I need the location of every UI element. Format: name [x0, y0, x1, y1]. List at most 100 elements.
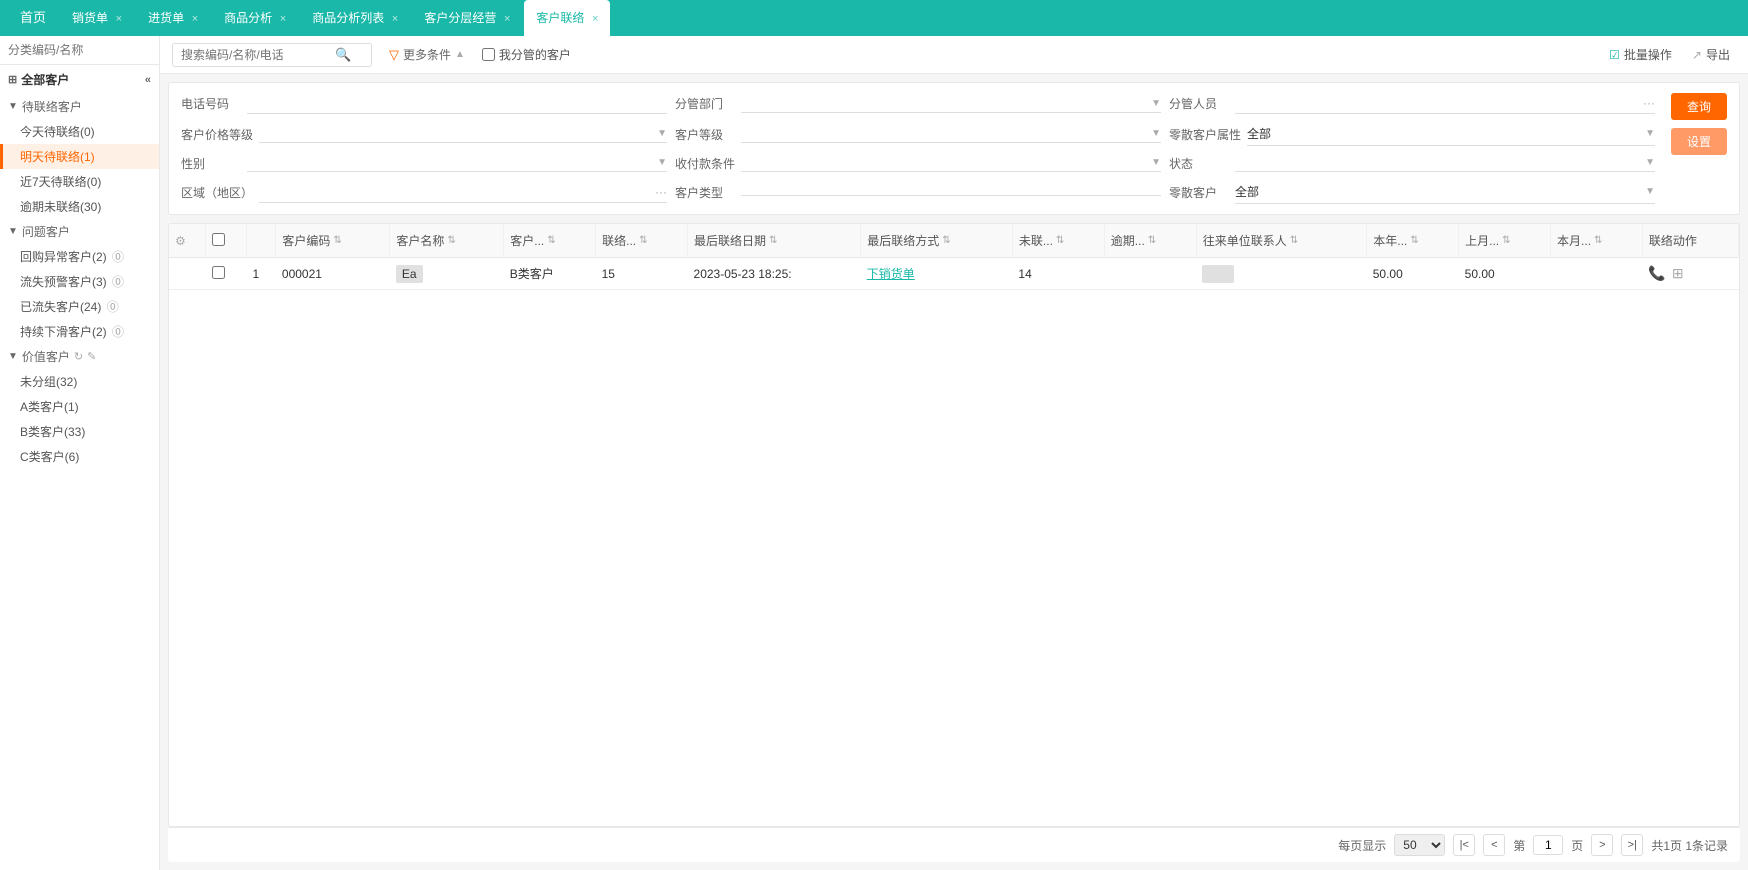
col-contact[interactable]: 联络... ⇅: [596, 224, 688, 258]
sidebar-item-abnormal[interactable]: 回购异常客户(2) ⓪: [0, 244, 159, 269]
first-page-btn[interactable]: |<: [1453, 834, 1475, 856]
customer-level-select[interactable]: ▼: [741, 125, 1161, 143]
sort-icon-name: ⇅: [447, 235, 455, 246]
retail-customer-select[interactable]: 全部 ▼: [1235, 180, 1655, 204]
gear-icon[interactable]: ⚙: [175, 234, 186, 248]
next-page-btn[interactable]: >: [1591, 834, 1613, 856]
col-this-year[interactable]: 本年... ⇅: [1367, 224, 1459, 258]
sidebar-item-ungrouped[interactable]: 未分组(32): [0, 369, 159, 394]
filter-row-4: 区域（地区） ··· 客户类型: [181, 180, 1655, 204]
col-overdue[interactable]: 逾期... ⇅: [1104, 224, 1196, 258]
gender-select[interactable]: ▼: [247, 154, 667, 172]
nav-close-purchase[interactable]: ×: [192, 13, 198, 25]
dept-select[interactable]: ▼: [741, 95, 1161, 113]
toolbar-search-input[interactable]: [181, 48, 331, 62]
settings-button[interactable]: 设置: [1671, 128, 1727, 155]
nav-home[interactable]: 首页: [8, 0, 58, 36]
col-last-date[interactable]: 最后联络日期 ⇅: [688, 224, 861, 258]
my-customers-checkbox[interactable]: [482, 48, 495, 61]
export-btn[interactable]: ↗ 导出: [1686, 43, 1736, 66]
price-level-select[interactable]: ▼: [259, 125, 667, 143]
retail-attr-select[interactable]: 全部 ▼: [1247, 122, 1655, 146]
my-customers-checkbox-label[interactable]: 我分管的客户: [482, 46, 571, 63]
sidebar-search-input[interactable]: [8, 43, 160, 57]
nav-purchase-order[interactable]: 进货单 ×: [136, 0, 210, 36]
top-navigation: 首页 销货单 × 进货单 × 商品分析 × 商品分析列表 × 客户分层经营 × …: [0, 0, 1748, 36]
row-this-year-cell: 50.00: [1367, 258, 1459, 290]
nav-product-analysis-list[interactable]: 商品分析列表 ×: [300, 0, 410, 36]
sort-icon-last-date: ⇅: [769, 235, 777, 246]
col-un-contact[interactable]: 未联... ⇅: [1012, 224, 1104, 258]
grid-action-icon[interactable]: ⊞: [1672, 265, 1684, 282]
col-last-method[interactable]: 最后联络方式 ⇅: [861, 224, 1013, 258]
col-last-month[interactable]: 上月... ⇅: [1459, 224, 1551, 258]
sidebar-item-today-pending[interactable]: 今天待联络(0): [0, 119, 159, 144]
sidebar-item-c-class[interactable]: C类客户(6): [0, 444, 159, 469]
nav-product-analysis[interactable]: 商品分析 ×: [212, 0, 298, 36]
row-last-month-cell: 50.00: [1459, 258, 1551, 290]
nav-customer-contact[interactable]: 客户联络 ×: [524, 0, 610, 36]
sort-icon-code: ⇅: [333, 235, 341, 246]
row-num-cell: 1: [247, 258, 276, 290]
batch-operation-btn[interactable]: ☑ 批量操作: [1603, 43, 1678, 66]
arrow-down-icon2: ▼: [8, 226, 18, 237]
problem-group[interactable]: ▼ 问题客户: [0, 219, 159, 244]
arrow-down-icon3: ▼: [8, 351, 18, 362]
price-level-label: 客户价格等级: [181, 126, 253, 143]
nav-close-list[interactable]: ×: [392, 13, 398, 25]
phone-action-icon[interactable]: 📞: [1648, 265, 1665, 282]
filter-more-btn[interactable]: ▽ 更多条件 ▲: [380, 42, 474, 67]
row-type-cell: B类客户: [504, 258, 596, 290]
nav-close-product[interactable]: ×: [280, 13, 286, 25]
nav-sales-order[interactable]: 销货单 ×: [60, 0, 134, 36]
sidebar-item-churned[interactable]: 已流失客户(24) ⓪: [0, 294, 159, 319]
person-select[interactable]: ···: [1235, 93, 1655, 114]
sidebar-item-a-class[interactable]: A类客户(1): [0, 394, 159, 419]
col-this-month[interactable]: 本月... ⇅: [1551, 224, 1643, 258]
sort-icon-last-method: ⇅: [942, 235, 950, 246]
nav-customer-stratify[interactable]: 客户分层经营 ×: [412, 0, 522, 36]
last-method-link[interactable]: 下销货单: [867, 267, 915, 281]
phone-input[interactable]: [247, 93, 667, 114]
status-select[interactable]: ▼: [1235, 154, 1655, 172]
nav-close-contact[interactable]: ×: [592, 13, 598, 25]
toolbar: 🔍 ▽ 更多条件 ▲ 我分管的客户 ☑ 批量操作 ↗ 导出: [160, 36, 1748, 74]
last-page-btn[interactable]: >|: [1621, 834, 1643, 856]
sidebar-item-churn-warning[interactable]: 流失预警客户(3) ⓪: [0, 269, 159, 294]
filter-dept: 分管部门 ▼: [675, 95, 1161, 113]
page-number-input[interactable]: [1533, 835, 1563, 855]
sidebar-item-7day-pending[interactable]: 近7天待联络(0): [0, 169, 159, 194]
prev-page-btn[interactable]: <: [1483, 834, 1505, 856]
value-group[interactable]: ▼ 价值客户 ↻ ✎: [0, 344, 159, 369]
col-name[interactable]: 客户名称 ⇅: [390, 224, 504, 258]
dots-icon[interactable]: ···: [1643, 96, 1655, 110]
sidebar-item-b-class[interactable]: B类客户(33): [0, 419, 159, 444]
table-row: 1 000021 Ea B类客户 15 2023-05-23 18:25: 下销…: [169, 258, 1739, 290]
sidebar-item-tomorrow-pending[interactable]: 明天待联络(1): [0, 144, 159, 169]
dept-label: 分管部门: [675, 95, 735, 112]
toolbar-search-icon[interactable]: 🔍: [335, 47, 351, 63]
col-code[interactable]: 客户编码 ⇅: [276, 224, 390, 258]
checkbox-icon: ☑: [1609, 48, 1620, 62]
page-unit-label: 页: [1571, 837, 1583, 854]
row-checkbox[interactable]: [212, 266, 225, 279]
dots-icon2[interactable]: ···: [655, 185, 667, 199]
col-action: 联络动作: [1642, 224, 1738, 258]
query-button[interactable]: 查询: [1671, 93, 1727, 120]
nav-close-sales[interactable]: ×: [116, 13, 122, 25]
status-label: 状态: [1169, 155, 1229, 172]
sidebar-item-declining[interactable]: 持续下滑客户(2) ⓪: [0, 319, 159, 344]
nav-close-stratify[interactable]: ×: [504, 13, 510, 25]
payment-select[interactable]: ▼: [741, 154, 1161, 172]
sidebar-item-overdue-pending[interactable]: 逾期未联络(30): [0, 194, 159, 219]
select-all-checkbox[interactable]: [212, 233, 225, 246]
col-related-person[interactable]: 往来单位联系人 ⇅: [1196, 224, 1367, 258]
all-customers-section[interactable]: ⊞ 全部客户 «: [0, 65, 159, 94]
per-page-select[interactable]: 50 100 200: [1394, 834, 1445, 856]
collapse-icon[interactable]: «: [145, 74, 151, 86]
col-type[interactable]: 客户... ⇅: [504, 224, 596, 258]
pending-group[interactable]: ▼ 待联络客户: [0, 94, 159, 119]
sort-icon-overdue: ⇅: [1148, 235, 1156, 246]
customer-type-select[interactable]: [741, 189, 1161, 196]
region-select[interactable]: ···: [259, 182, 667, 203]
